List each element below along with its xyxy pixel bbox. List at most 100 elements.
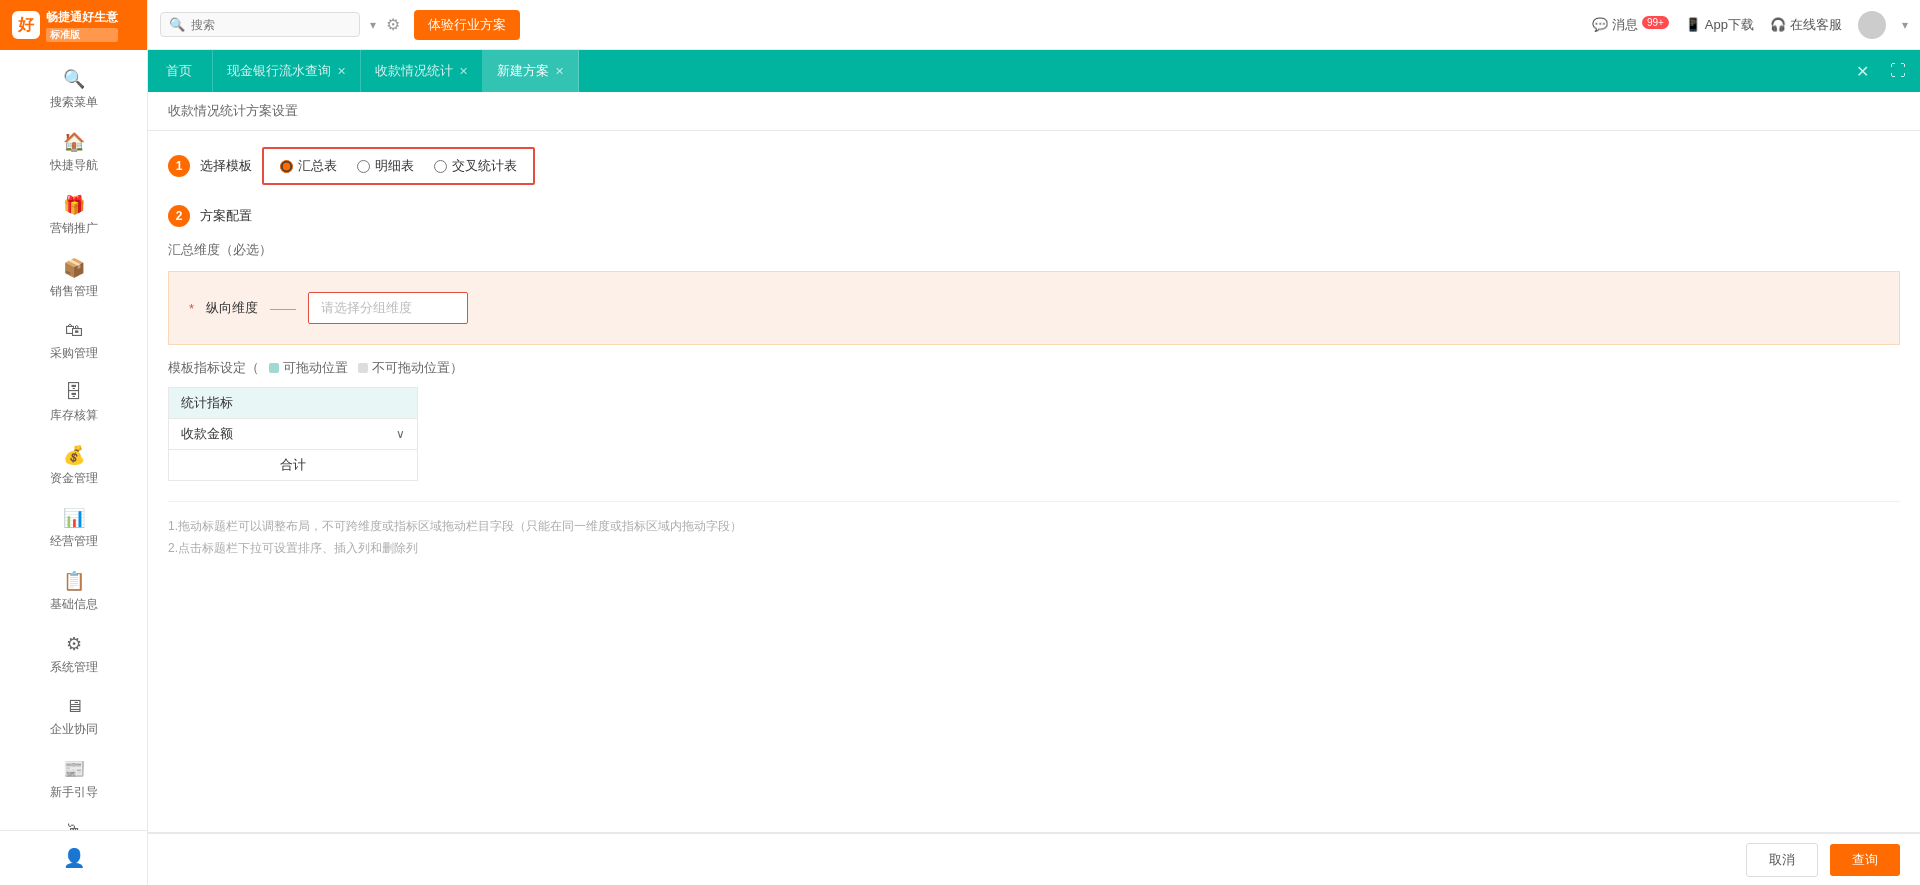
tab-collection-stat-label: 收款情况统计: [375, 62, 453, 80]
metrics-dropdown-btn[interactable]: ∨: [396, 427, 405, 441]
vertical-dim-label: 纵向维度: [206, 299, 258, 317]
sidebar-item-inventory[interactable]: 🗄 库存核算: [0, 372, 147, 434]
metrics-table-header: 统计指标: [169, 388, 417, 419]
notification-item[interactable]: 💬 消息 99+: [1592, 16, 1669, 34]
sidebar: 好 畅捷通好生意 标准版 🔍 搜索菜单 🏠 快捷导航 🎁 营销推广 📦 销售管理…: [0, 0, 148, 885]
smart-hardware-icon: 🖱: [65, 821, 83, 830]
step2-title: 方案配置: [200, 207, 252, 225]
dimension-label: 汇总维度（必选）: [168, 241, 1900, 259]
dim-selector[interactable]: 请选择分组维度: [308, 292, 468, 324]
sidebar-item-label: 搜索菜单: [50, 94, 98, 111]
page-breadcrumb: 收款情况统计方案设置: [148, 92, 1920, 131]
search-input[interactable]: [191, 18, 351, 32]
finance-icon: 💰: [63, 444, 85, 466]
radio-summary-input[interactable]: [280, 160, 293, 173]
draggable-label: 可拖动位置: [283, 359, 348, 377]
query-button[interactable]: 查询: [1830, 844, 1900, 876]
radio-cross-input[interactable]: [434, 160, 447, 173]
sidebar-item-beginner-guide[interactable]: 📰 新手引导: [0, 748, 147, 811]
radio-summary-label: 汇总表: [298, 157, 337, 175]
logo-text: 畅捷通好生意: [46, 9, 118, 26]
sidebar-item-label: 库存核算: [50, 407, 98, 424]
step1-header: 1 选择模板 汇总表 明细表 交叉统计表: [168, 147, 1900, 185]
sidebar-item-smart-hardware[interactable]: 🖱 智能硬件: [0, 811, 147, 830]
step1-title: 选择模板: [200, 157, 252, 175]
notification-count: 99+: [1642, 16, 1669, 29]
required-star: *: [189, 301, 194, 316]
metrics-row-header: 收款金额 ∨: [169, 419, 417, 450]
topbar-dropdown-arrow[interactable]: ▾: [370, 18, 376, 32]
industry-btn[interactable]: 体验行业方案: [414, 10, 520, 40]
sidebar-item-system[interactable]: ⚙ 系统管理: [0, 623, 147, 686]
sidebar-item-search-menu[interactable]: 🔍 搜索菜单: [0, 58, 147, 121]
sidebar-item-quick-nav[interactable]: 🏠 快捷导航: [0, 121, 147, 184]
tip1: 1.拖动标题栏可以调整布局，不可跨维度或指标区域拖动栏目字段（只能在同一维度或指…: [168, 516, 1900, 538]
tips-area: 1.拖动标题栏可以调整布局，不可跨维度或指标区域拖动栏目字段（只能在同一维度或指…: [168, 501, 1900, 559]
cancel-button[interactable]: 取消: [1746, 843, 1818, 877]
sidebar-item-enterprise-collab[interactable]: 🖥 企业协同: [0, 686, 147, 748]
radio-cross[interactable]: 交叉统计表: [434, 157, 517, 175]
search-menu-icon: 🔍: [63, 68, 85, 90]
sidebar-menu: 🔍 搜索菜单 🏠 快捷导航 🎁 营销推广 📦 销售管理 🛍 采购管理 🗄 库存核…: [0, 50, 147, 830]
tab-home[interactable]: 首页: [156, 50, 213, 92]
sales-icon: 📦: [63, 257, 85, 279]
search-box[interactable]: 🔍: [160, 12, 360, 37]
topbar-right: 💬 消息 99+ 📱 App下载 🎧 在线客服 ▾: [1592, 11, 1908, 39]
metrics-config-label: 模板指标设定（: [168, 359, 259, 377]
metrics-header: 模板指标设定（ 可拖动位置 不可拖动位置）: [168, 359, 1900, 377]
non-draggable-indicator: 不可拖动位置）: [358, 359, 463, 377]
radio-cross-label: 交叉统计表: [452, 157, 517, 175]
radio-summary[interactable]: 汇总表: [280, 157, 337, 175]
metrics-table: 统计指标 收款金额 ∨ 合计: [168, 387, 418, 481]
tab-collection-stat-close[interactable]: ✕: [459, 65, 468, 78]
sidebar-item-sales[interactable]: 📦 销售管理: [0, 247, 147, 310]
tab-cash-flow[interactable]: 现金银行流水查询 ✕: [213, 50, 361, 92]
online-service-item[interactable]: 🎧 在线客服: [1770, 16, 1842, 34]
tab-collection-stat[interactable]: 收款情况统计 ✕: [361, 50, 483, 92]
app-icon: 📱: [1685, 17, 1701, 32]
step2-number: 2: [168, 205, 190, 227]
marketing-icon: 🎁: [63, 194, 85, 216]
step1-section: 1 选择模板 汇总表 明细表 交叉统计表: [168, 147, 1900, 185]
tab-cash-flow-label: 现金银行流水查询: [227, 62, 331, 80]
logo-icon: 好: [12, 11, 40, 39]
sidebar-item-marketing[interactable]: 🎁 营销推广: [0, 184, 147, 247]
sidebar-footer: 👤: [0, 830, 147, 885]
metrics-col-label: 收款金额: [181, 425, 233, 443]
tabbar-close-btn[interactable]: ✕: [1848, 57, 1876, 85]
dim-selector-placeholder: 请选择分组维度: [321, 300, 412, 315]
tab-home-label: 首页: [166, 62, 192, 80]
dim-arrow: ——: [270, 301, 296, 316]
user-name: ▾: [1902, 18, 1908, 32]
sidebar-logo: 好 畅捷通好生意 标准版: [0, 0, 147, 50]
tab-cash-flow-close[interactable]: ✕: [337, 65, 346, 78]
sidebar-item-label: 快捷导航: [50, 157, 98, 174]
tabbar-right: ✕ ⛶: [1848, 57, 1912, 85]
drag-dot-active: [269, 363, 279, 373]
sidebar-item-label: 采购管理: [50, 345, 98, 362]
radio-detail[interactable]: 明细表: [357, 157, 414, 175]
sidebar-item-purchase[interactable]: 🛍 采购管理: [0, 310, 147, 372]
sidebar-item-finance[interactable]: 💰 资金管理: [0, 434, 147, 497]
sidebar-item-label: 销售管理: [50, 283, 98, 300]
sidebar-item-basic-info[interactable]: 📋 基础信息: [0, 560, 147, 623]
sidebar-footer-left[interactable]: 👤: [0, 839, 147, 877]
step2-header: 2 方案配置: [168, 205, 1900, 227]
topbar-gear-icon[interactable]: ⚙: [386, 15, 400, 34]
user-avatar[interactable]: [1858, 11, 1886, 39]
sidebar-item-label: 经营管理: [50, 533, 98, 550]
basic-info-icon: 📋: [63, 570, 85, 592]
tabbar: 首页 现金银行流水查询 ✕ 收款情况统计 ✕ 新建方案 ✕ ✕ ⛶: [148, 50, 1920, 92]
main-area: 🔍 ▾ ⚙ 体验行业方案 💬 消息 99+ 📱 App下载 🎧 在线客服 ▾: [148, 0, 1920, 885]
tab-new-plan-close[interactable]: ✕: [555, 65, 564, 78]
app-download-item[interactable]: 📱 App下载: [1685, 16, 1754, 34]
purchase-icon: 🛍: [65, 320, 83, 341]
tab-new-plan[interactable]: 新建方案 ✕: [483, 50, 579, 92]
system-icon: ⚙: [66, 633, 82, 655]
radio-detail-input[interactable]: [357, 160, 370, 173]
dimension-row: * 纵向维度 —— 请选择分组维度: [189, 292, 1879, 324]
draggable-indicator: 可拖动位置: [269, 359, 348, 377]
sidebar-item-operations[interactable]: 📊 经营管理: [0, 497, 147, 560]
tabbar-expand-btn[interactable]: ⛶: [1884, 57, 1912, 85]
non-draggable-label: 不可拖动位置）: [372, 359, 463, 377]
